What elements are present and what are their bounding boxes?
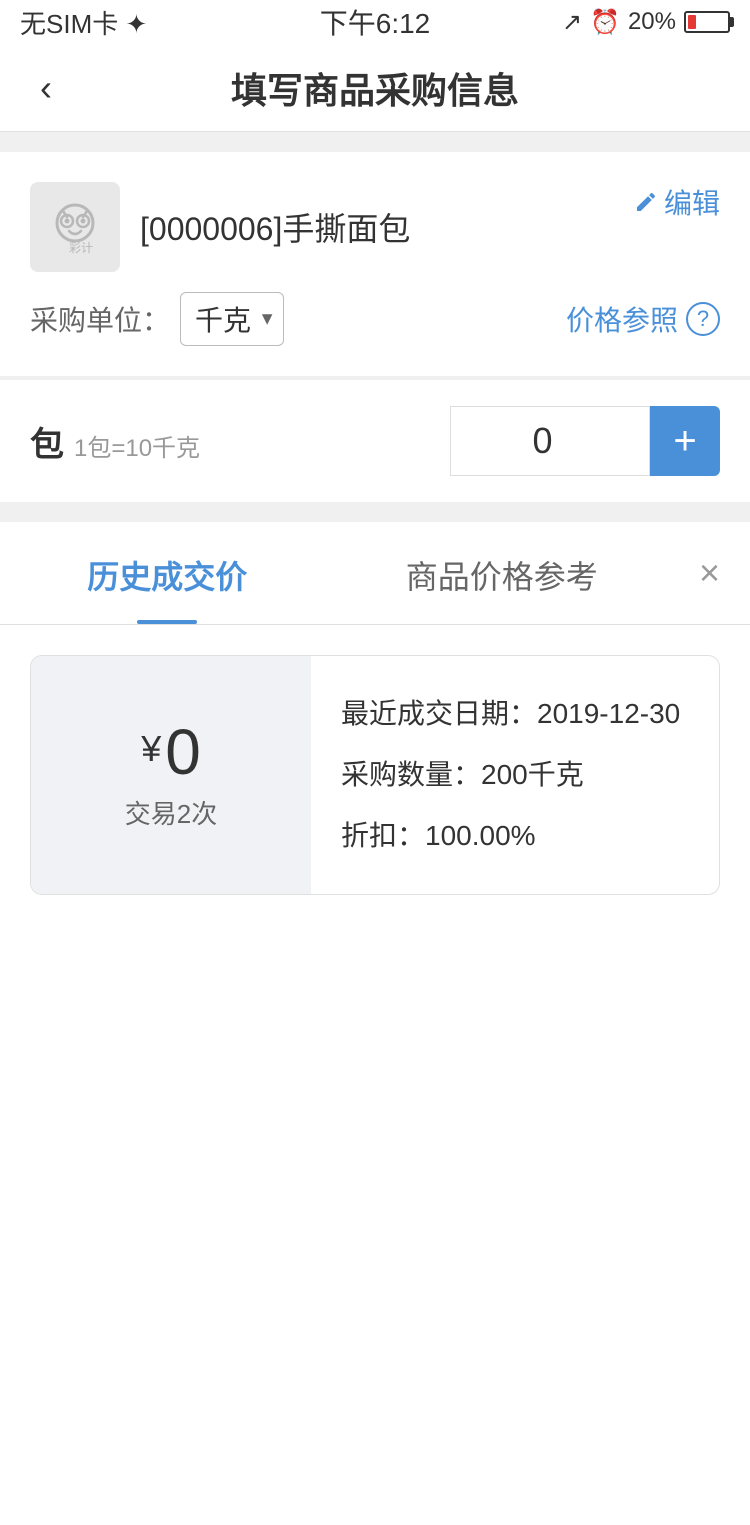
edit-icon xyxy=(634,190,658,214)
product-thumbnail: 彩计 xyxy=(30,182,120,272)
quantity-label-detail: 采购数量： xyxy=(341,759,481,790)
latest-date-row: 最近成交日期：2019-12-30 xyxy=(341,692,689,737)
unit-select[interactable]: 千克 xyxy=(180,292,284,346)
nav-bar: ‹ 填写商品采购信息 xyxy=(0,44,750,132)
tab-history-price[interactable]: 历史成交价 xyxy=(0,522,334,624)
product-header: 彩计 [0000006]手撕面包 编辑 xyxy=(30,182,720,272)
location-icon: ↗ xyxy=(562,8,582,37)
unit-select-wrapper[interactable]: 千克 xyxy=(180,292,284,346)
quantity-unit: 包 xyxy=(30,417,64,466)
product-card: 彩计 [0000006]手撕面包 编辑 采购单位： 千克 价格参照 ? xyxy=(0,152,750,376)
bottom-space xyxy=(0,925,750,1525)
latest-date-value: 2019-12-30 xyxy=(537,698,680,729)
quantity-row-detail: 采购数量：200千克 xyxy=(341,753,689,798)
help-icon: ? xyxy=(686,302,720,336)
product-thumb-icon: 彩计 xyxy=(45,197,105,257)
price-ref-label: 价格参照 xyxy=(566,299,678,339)
quantity-plus-button[interactable]: + xyxy=(650,406,720,476)
quantity-controls: + xyxy=(450,406,720,476)
tabs-header: 历史成交价 商品价格参考 × xyxy=(0,522,750,625)
currency-symbol: ¥ xyxy=(141,728,161,770)
trades-count: 交易2次 xyxy=(125,794,217,831)
price-value: 0 xyxy=(165,720,201,784)
status-bar: 无SIM卡 ✦ 下午6:12 ↗ ⏰ 20% xyxy=(0,0,750,44)
history-price-display: ¥ 0 xyxy=(141,720,201,784)
back-button[interactable]: ‹ xyxy=(30,57,62,119)
product-name: [0000006]手撕面包 xyxy=(140,204,410,250)
quantity-conversion: 1包=10千克 xyxy=(74,428,200,463)
quantity-label: 包 1包=10千克 xyxy=(30,417,200,466)
discount-label: 折扣： xyxy=(341,820,425,851)
quantity-input[interactable] xyxy=(450,406,650,476)
product-unit-row: 采购单位： 千克 价格参照 ? xyxy=(30,292,720,346)
status-left: 无SIM卡 ✦ xyxy=(20,4,147,41)
tabs-close-button[interactable]: × xyxy=(669,532,750,614)
discount-value: 100.00% xyxy=(425,820,536,851)
svg-text:彩计: 彩计 xyxy=(69,241,93,255)
discount-row: 折扣：100.00% xyxy=(341,814,689,859)
quantity-value: 200千克 xyxy=(481,759,584,790)
history-price-card: ¥ 0 交易2次 最近成交日期：2019-12-30 采购数量：200千克 折扣… xyxy=(30,655,720,895)
latest-date-label: 最近成交日期： xyxy=(341,698,537,729)
alarm-icon: ⏰ xyxy=(590,8,620,37)
carrier-text: 无SIM卡 ✦ xyxy=(20,4,147,41)
battery-indicator xyxy=(684,11,730,33)
product-left: 彩计 [0000006]手撕面包 xyxy=(30,182,410,272)
edit-button[interactable]: 编辑 xyxy=(634,182,720,222)
status-time: 下午6:12 xyxy=(320,2,431,42)
edit-label: 编辑 xyxy=(664,182,720,222)
tab-product-price[interactable]: 商品价格参考 xyxy=(334,522,668,624)
battery-pct: 20% xyxy=(628,8,676,36)
tab-content-history: ¥ 0 交易2次 最近成交日期：2019-12-30 采购数量：200千克 折扣… xyxy=(0,625,750,925)
history-left-panel: ¥ 0 交易2次 xyxy=(31,656,311,894)
status-right: ↗ ⏰ 20% xyxy=(562,8,730,37)
price-ref-button[interactable]: 价格参照 ? xyxy=(566,299,720,339)
unit-label: 采购单位： xyxy=(30,299,170,339)
page-title: 填写商品采购信息 xyxy=(231,62,519,114)
tabs-container: 历史成交价 商品价格参考 × ¥ 0 交易2次 最近成交日期：2019-12-3… xyxy=(0,522,750,925)
history-right-panel: 最近成交日期：2019-12-30 采购数量：200千克 折扣：100.00% xyxy=(311,656,719,894)
quantity-row: 包 1包=10千克 + xyxy=(0,380,750,502)
